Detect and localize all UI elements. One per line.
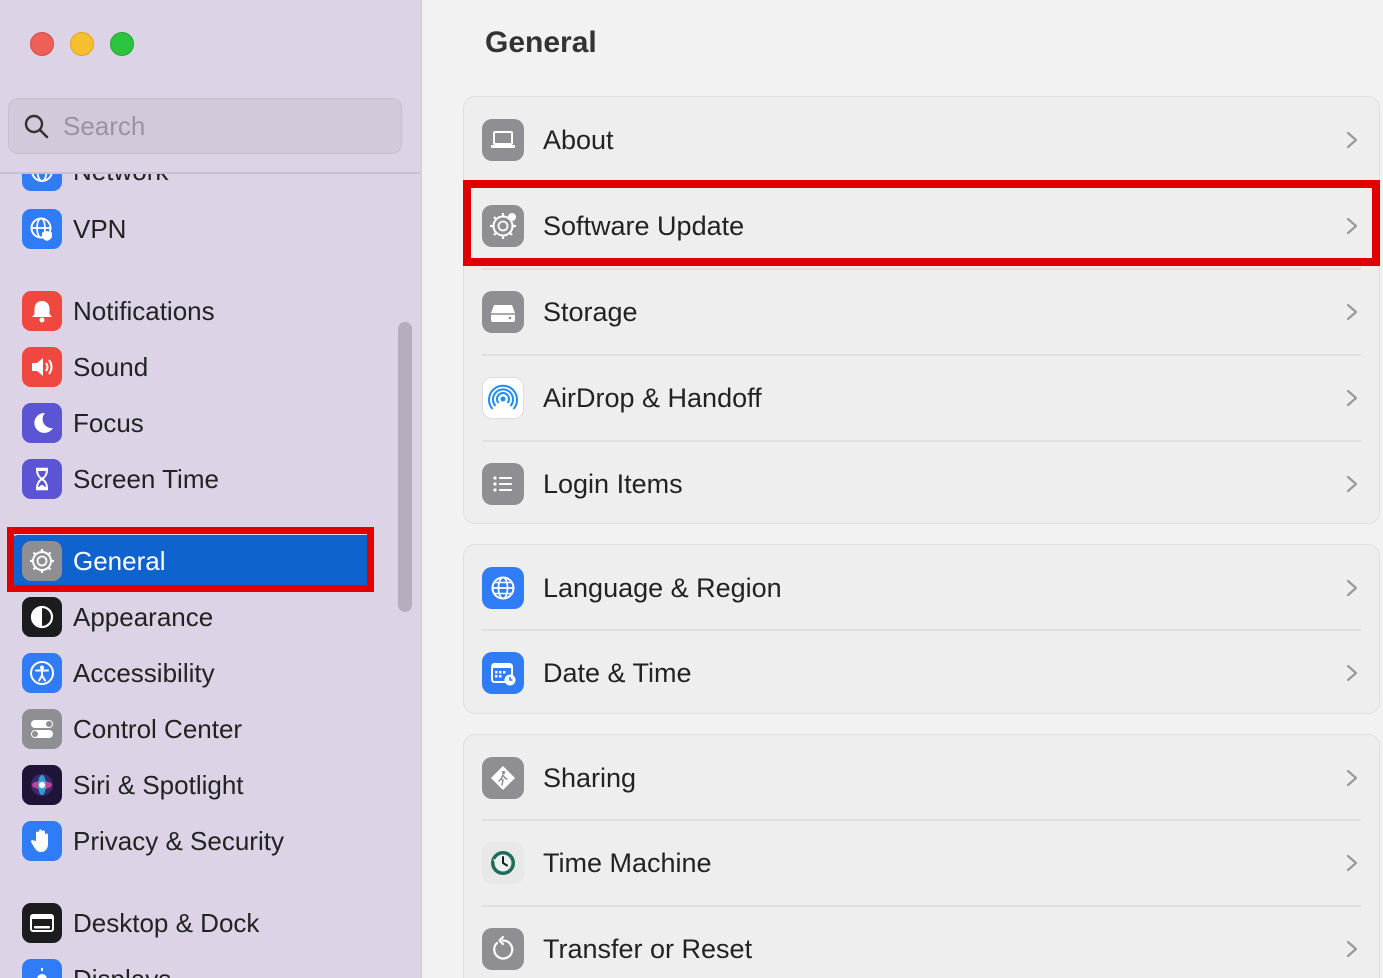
row-login-items[interactable]: Login Items — [464, 441, 1379, 523]
reset-icon — [482, 928, 524, 970]
sidebar-item-control-center[interactable]: Control Center — [12, 703, 372, 755]
time-machine-icon — [482, 842, 524, 884]
highlight-box-software-update — [463, 180, 1380, 266]
sidebar-item-label: Control Center — [73, 713, 243, 744]
row-label: Date & Time — [543, 657, 692, 688]
drive-icon — [482, 291, 524, 333]
sidebar-item-label: Appearance — [73, 601, 214, 632]
sidebar-item-label: Privacy & Security — [73, 825, 284, 856]
row-airdrop-handoff[interactable]: AirDrop & Handoff — [464, 355, 1379, 441]
chevron-right-icon — [1346, 389, 1358, 407]
row-storage[interactable]: Storage — [464, 269, 1379, 355]
sidebar-item-notifications[interactable]: Notifications — [12, 285, 372, 337]
chevron-right-icon — [1346, 475, 1358, 493]
sidebar-item-label: VPN — [73, 213, 127, 244]
sidebar-item-label: Screen Time — [73, 463, 219, 494]
dock-icon — [22, 903, 62, 943]
row-time-machine[interactable]: Time Machine — [464, 820, 1379, 906]
main-content: General About Software Update Storage Ai… — [423, 0, 1383, 978]
row-date-time[interactable]: Date & Time — [464, 630, 1379, 713]
settings-group-locale: Language & Region Date & Time — [463, 544, 1380, 714]
row-label: Transfer or Reset — [543, 933, 753, 964]
row-label: Language & Region — [543, 572, 782, 603]
close-window-button[interactable] — [30, 32, 54, 56]
sidebar: Network VPN Notifications Sound — [0, 0, 422, 978]
row-label: About — [543, 124, 614, 155]
row-language-region[interactable]: Language & Region — [464, 545, 1379, 631]
sidebar-item-network[interactable]: Network — [12, 174, 372, 197]
toggles-icon — [22, 709, 62, 749]
speaker-icon — [22, 347, 62, 387]
highlight-box-general — [7, 527, 374, 592]
sidebar-item-privacy-security[interactable]: Privacy & Security — [12, 815, 372, 867]
sidebar-item-focus[interactable]: Focus — [12, 397, 372, 449]
row-label: Storage — [543, 296, 638, 327]
chevron-right-icon — [1346, 769, 1358, 787]
row-about[interactable]: About — [464, 97, 1379, 183]
sidebar-item-vpn[interactable]: VPN — [12, 203, 372, 255]
row-transfer-reset[interactable]: Transfer or Reset — [464, 906, 1379, 978]
row-label: Login Items — [543, 468, 683, 499]
globe-icon — [22, 174, 62, 191]
search-icon — [24, 114, 49, 139]
vpn-globe-icon — [22, 209, 62, 249]
settings-group-system: About Software Update Storage AirDrop & … — [463, 96, 1380, 524]
sidebar-item-label: Accessibility — [73, 657, 215, 688]
sidebar-item-screen-time[interactable]: Screen Time — [12, 453, 372, 505]
sidebar-item-label: Focus — [73, 407, 144, 438]
sidebar-scrollbar[interactable] — [398, 322, 412, 612]
laptop-icon — [482, 119, 524, 161]
chevron-right-icon — [1346, 664, 1358, 682]
appearance-icon — [22, 597, 62, 637]
moon-icon — [22, 403, 62, 443]
chevron-right-icon — [1346, 579, 1358, 597]
search-input[interactable] — [63, 110, 383, 142]
chevron-right-icon — [1346, 940, 1358, 958]
sidebar-item-displays[interactable]: Displays — [12, 953, 372, 978]
sharing-icon — [482, 757, 524, 799]
row-label: Time Machine — [543, 847, 712, 878]
calendar-clock-icon — [482, 652, 524, 694]
sidebar-item-sound[interactable]: Sound — [12, 341, 372, 393]
list-icon — [482, 463, 524, 505]
sidebar-item-desktop-dock[interactable]: Desktop & Dock — [12, 897, 372, 949]
maximize-window-button[interactable] — [110, 32, 134, 56]
bell-icon — [22, 291, 62, 331]
sidebar-item-accessibility[interactable]: Accessibility — [12, 647, 372, 699]
row-label: AirDrop & Handoff — [543, 382, 762, 413]
search-field[interactable] — [8, 98, 402, 154]
sidebar-item-label: Desktop & Dock — [73, 907, 260, 938]
hourglass-icon — [22, 459, 62, 499]
siri-icon — [22, 765, 62, 805]
sidebar-item-siri-spotlight[interactable]: Siri & Spotlight — [12, 759, 372, 811]
page-title: General — [485, 26, 597, 59]
settings-group-sharing: Sharing Time Machine Transfer or Reset — [463, 734, 1380, 978]
window-controls — [30, 32, 134, 56]
sidebar-item-appearance[interactable]: Appearance — [12, 591, 372, 643]
airdrop-icon — [482, 377, 524, 419]
sidebar-item-label: Displays — [73, 964, 171, 978]
sidebar-item-label: Network — [73, 174, 168, 187]
minimize-window-button[interactable] — [70, 32, 94, 56]
sidebar-item-label: Siri & Spotlight — [73, 769, 244, 800]
sun-icon — [22, 959, 62, 978]
hand-icon — [22, 821, 62, 861]
row-label: Sharing — [543, 762, 637, 793]
accessibility-icon — [22, 653, 62, 693]
row-sharing[interactable]: Sharing — [464, 735, 1379, 821]
sidebar-item-label: Notifications — [73, 295, 215, 326]
globe-icon — [482, 567, 524, 609]
chevron-right-icon — [1346, 854, 1358, 872]
chevron-right-icon — [1346, 131, 1358, 149]
chevron-right-icon — [1346, 303, 1358, 321]
sidebar-item-label: Sound — [73, 351, 149, 382]
